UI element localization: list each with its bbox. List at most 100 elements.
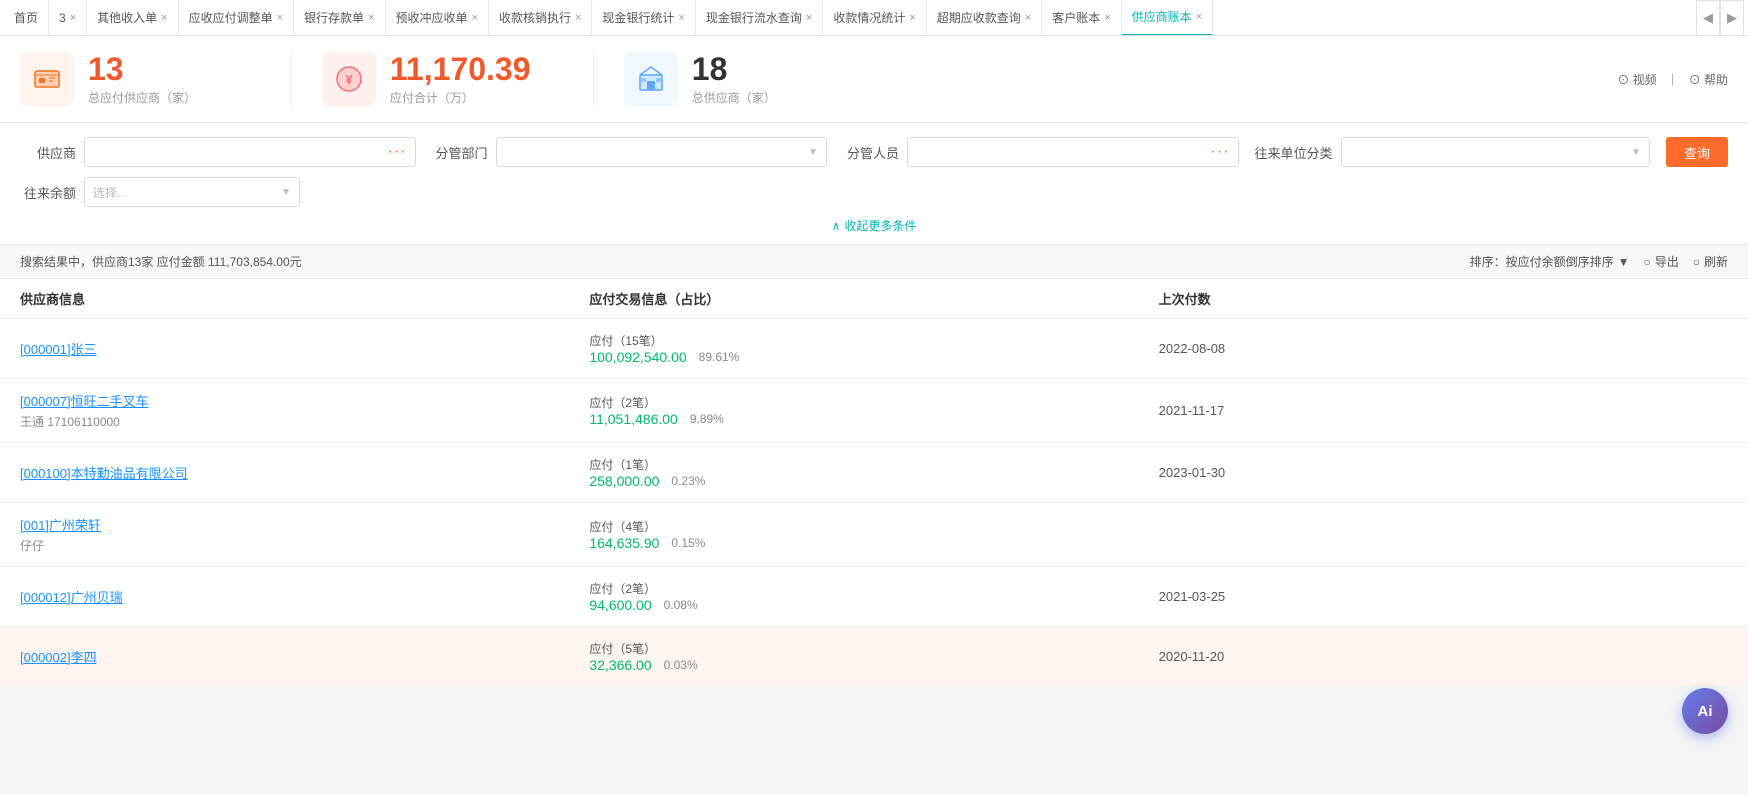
dept-arrow[interactable]: ▼ xyxy=(808,147,818,158)
supplier-icon xyxy=(20,52,74,106)
nav-tab-bank-deposit[interactable]: 银行存款单× xyxy=(294,0,385,36)
payable-cell: 应付（4笔）164,635.90 0.15% xyxy=(589,518,1158,551)
top-navigation: 首页3×其他收入单×应收应付调整单×银行存款单×预收冲应收单×收款核销执行×现金… xyxy=(0,0,1748,36)
refresh-button[interactable]: ○ 刷新 xyxy=(1693,253,1728,270)
nav-tab-ar-ap-adj[interactable]: 应收应付调整单× xyxy=(179,0,294,36)
nav-tab-receipt-exec[interactable]: 收款核销执行× xyxy=(489,0,592,36)
balance-placeholder: 选择... xyxy=(93,184,127,201)
nav-tab-receipt-stat[interactable]: 收款情况统计× xyxy=(823,0,926,36)
tab-close-bank-deposit[interactable]: × xyxy=(368,12,374,24)
result-actions: 排序：按应付余额倒序排序 ▼ ○ 导出 ○ 刷新 xyxy=(1470,253,1728,270)
payable-amount: 164,635.90 xyxy=(589,535,659,551)
category-text-input[interactable] xyxy=(1350,145,1632,159)
supplier-link[interactable]: [000001]张三 xyxy=(20,342,97,357)
nav-tab-cash-flow[interactable]: 现金银行流水查询× xyxy=(696,0,823,36)
tab-close-tab3[interactable]: × xyxy=(70,12,76,24)
col-payable-info: 应付交易信息（占比） xyxy=(589,289,1158,308)
refresh-icon: ○ xyxy=(1693,255,1700,269)
export-button[interactable]: ○ 导出 xyxy=(1643,253,1678,270)
tab-close-customer-book[interactable]: × xyxy=(1104,12,1110,24)
svg-text:¥: ¥ xyxy=(345,72,353,87)
table-row: [000012]广州贝瑞应付（2笔）94,600.000.08%2021-03-… xyxy=(0,567,1748,627)
category-input[interactable]: ▼ xyxy=(1341,137,1650,167)
nav-tab-home[interactable]: 首页 xyxy=(4,0,49,36)
person-text-input[interactable] xyxy=(916,145,1211,159)
supplier-link[interactable]: [000002]李四 xyxy=(20,650,97,665)
dept-text-input[interactable] xyxy=(505,145,809,159)
query-button[interactable]: 查询 xyxy=(1666,137,1728,167)
person-dots[interactable]: ··· xyxy=(1211,143,1230,161)
tab-close-cash-stat[interactable]: × xyxy=(678,12,684,24)
main-table: 供应商信息 应付交易信息（占比） 上次付数 [000001]张三应付（15笔）1… xyxy=(0,279,1748,687)
ai-button[interactable]: Ai xyxy=(1682,688,1728,734)
sort-control[interactable]: 排序：按应付余额倒序排序 ▼ xyxy=(1470,253,1630,270)
export-label: 导出 xyxy=(1655,253,1679,270)
tab-close-supplier-book[interactable]: × xyxy=(1196,11,1202,23)
refresh-label: 刷新 xyxy=(1704,253,1728,270)
top-right-links: ⊙ 视频 ｜ ⊙ 帮助 xyxy=(1617,71,1728,88)
collapse-button[interactable]: ∧ 收起更多条件 xyxy=(20,217,1728,234)
nav-tab-supplier-book[interactable]: 供应商账本× xyxy=(1122,0,1213,36)
table-row: [000001]张三应付（15笔）100,092,540.0089.61%202… xyxy=(0,319,1748,379)
amount-icon: ¥ xyxy=(322,52,376,106)
supplier-link[interactable]: [000007]恒旺二手叉车 xyxy=(20,394,149,409)
supplier-link[interactable]: [001]广州荣轩 xyxy=(20,518,101,533)
nav-tab-cash-stat[interactable]: 现金银行统计× xyxy=(592,0,695,36)
supplier-cell: [000100]本特勤油品有限公司 xyxy=(20,463,589,482)
filter-category: 往来单位分类 ▼ xyxy=(1255,137,1651,167)
supplier-text-input[interactable] xyxy=(93,145,388,159)
balance-arrow[interactable]: ▼ xyxy=(281,187,291,198)
nav-tab-tab3[interactable]: 3× xyxy=(49,0,87,36)
col-last-pay: 上次付数 xyxy=(1159,289,1728,308)
last-pay-cell: 2023-01-30 xyxy=(1159,465,1728,480)
total-suppliers-value: 18 xyxy=(692,53,776,85)
nav-tab-customer-book[interactable]: 客户账本× xyxy=(1042,0,1121,36)
filter-row-1: 供应商 ··· 分管部门 ▼ 分管人员 ··· 往来单位分类 ▼ xyxy=(20,137,1728,167)
supplier-sub-info: 王通 17106110000 xyxy=(20,413,589,430)
tab-close-advance-ar[interactable]: × xyxy=(472,12,478,24)
person-input[interactable]: ··· xyxy=(907,137,1239,167)
payable-pct: 0.15% xyxy=(671,536,705,550)
nav-next-arrow[interactable]: ▶ xyxy=(1720,0,1744,36)
balance-input[interactable]: 选择... ▼ xyxy=(84,177,300,207)
nav-prev-arrow[interactable]: ◀ xyxy=(1696,0,1720,36)
nav-tab-advance-ar[interactable]: 预收冲应收单× xyxy=(386,0,489,36)
nav-tab-overdue-ar[interactable]: 超期应收款查询× xyxy=(927,0,1042,36)
payable-cell: 应付（2笔）11,051,486.009.89% xyxy=(589,394,1158,427)
tab-close-ar-ap-adj[interactable]: × xyxy=(277,12,283,24)
payable-amount: 11,051,486.00 xyxy=(589,411,678,427)
tab-close-other-income[interactable]: × xyxy=(161,12,167,24)
nav-tab-other-income[interactable]: 其他收入单× xyxy=(87,0,178,36)
total-payable-amount-label: 应付合计（万） xyxy=(390,89,531,106)
tab-close-receipt-stat[interactable]: × xyxy=(909,12,915,24)
filter-dept: 分管部门 ▼ xyxy=(432,137,828,167)
payable-pct: 0.03% xyxy=(664,658,698,672)
supplier-dots[interactable]: ··· xyxy=(388,143,407,161)
tab-close-overdue-ar[interactable]: × xyxy=(1025,12,1031,24)
table-row: [001]广州荣轩仔仔应付（4笔）164,635.900.15% xyxy=(0,503,1748,567)
filter-area: 供应商 ··· 分管部门 ▼ 分管人员 ··· 往来单位分类 ▼ xyxy=(0,123,1748,245)
payable-label: 应付（5笔） xyxy=(589,640,1158,657)
collapse-up-icon: ∧ xyxy=(832,219,841,233)
tab-close-cash-flow[interactable]: × xyxy=(806,12,812,24)
supplier-cell: [000007]恒旺二手叉车王通 17106110000 xyxy=(20,391,589,430)
payable-label: 应付（4笔） xyxy=(589,518,1158,535)
supplier-link[interactable]: [000100]本特勤油品有限公司 xyxy=(20,466,188,481)
filter-supplier: 供应商 ··· xyxy=(20,137,416,167)
category-arrow[interactable]: ▼ xyxy=(1631,147,1641,158)
filter-row-2: 往来余额 选择... ▼ xyxy=(20,177,300,207)
total-payable-suppliers-value: 13 xyxy=(88,53,196,85)
tab-close-receipt-exec[interactable]: × xyxy=(575,12,581,24)
help-link[interactable]: ⊙ 帮助 xyxy=(1689,71,1728,88)
dept-input[interactable]: ▼ xyxy=(496,137,828,167)
payable-pct: 0.08% xyxy=(664,598,698,612)
stat-amount-info: 11,170.39 应付合计（万） xyxy=(390,53,531,106)
supplier-input[interactable]: ··· xyxy=(84,137,416,167)
stat-suppliers-info: 18 总供应商（家） xyxy=(692,53,776,106)
payable-label: 应付（2笔） xyxy=(589,580,1158,597)
video-link[interactable]: ⊙ 视频 xyxy=(1617,71,1656,88)
balance-label: 往来余额 xyxy=(20,183,76,202)
supplier-link[interactable]: [000012]广州贝瑞 xyxy=(20,590,123,605)
table-header: 供应商信息 应付交易信息（占比） 上次付数 xyxy=(0,279,1748,319)
supplier-cell: [000001]张三 xyxy=(20,339,589,358)
